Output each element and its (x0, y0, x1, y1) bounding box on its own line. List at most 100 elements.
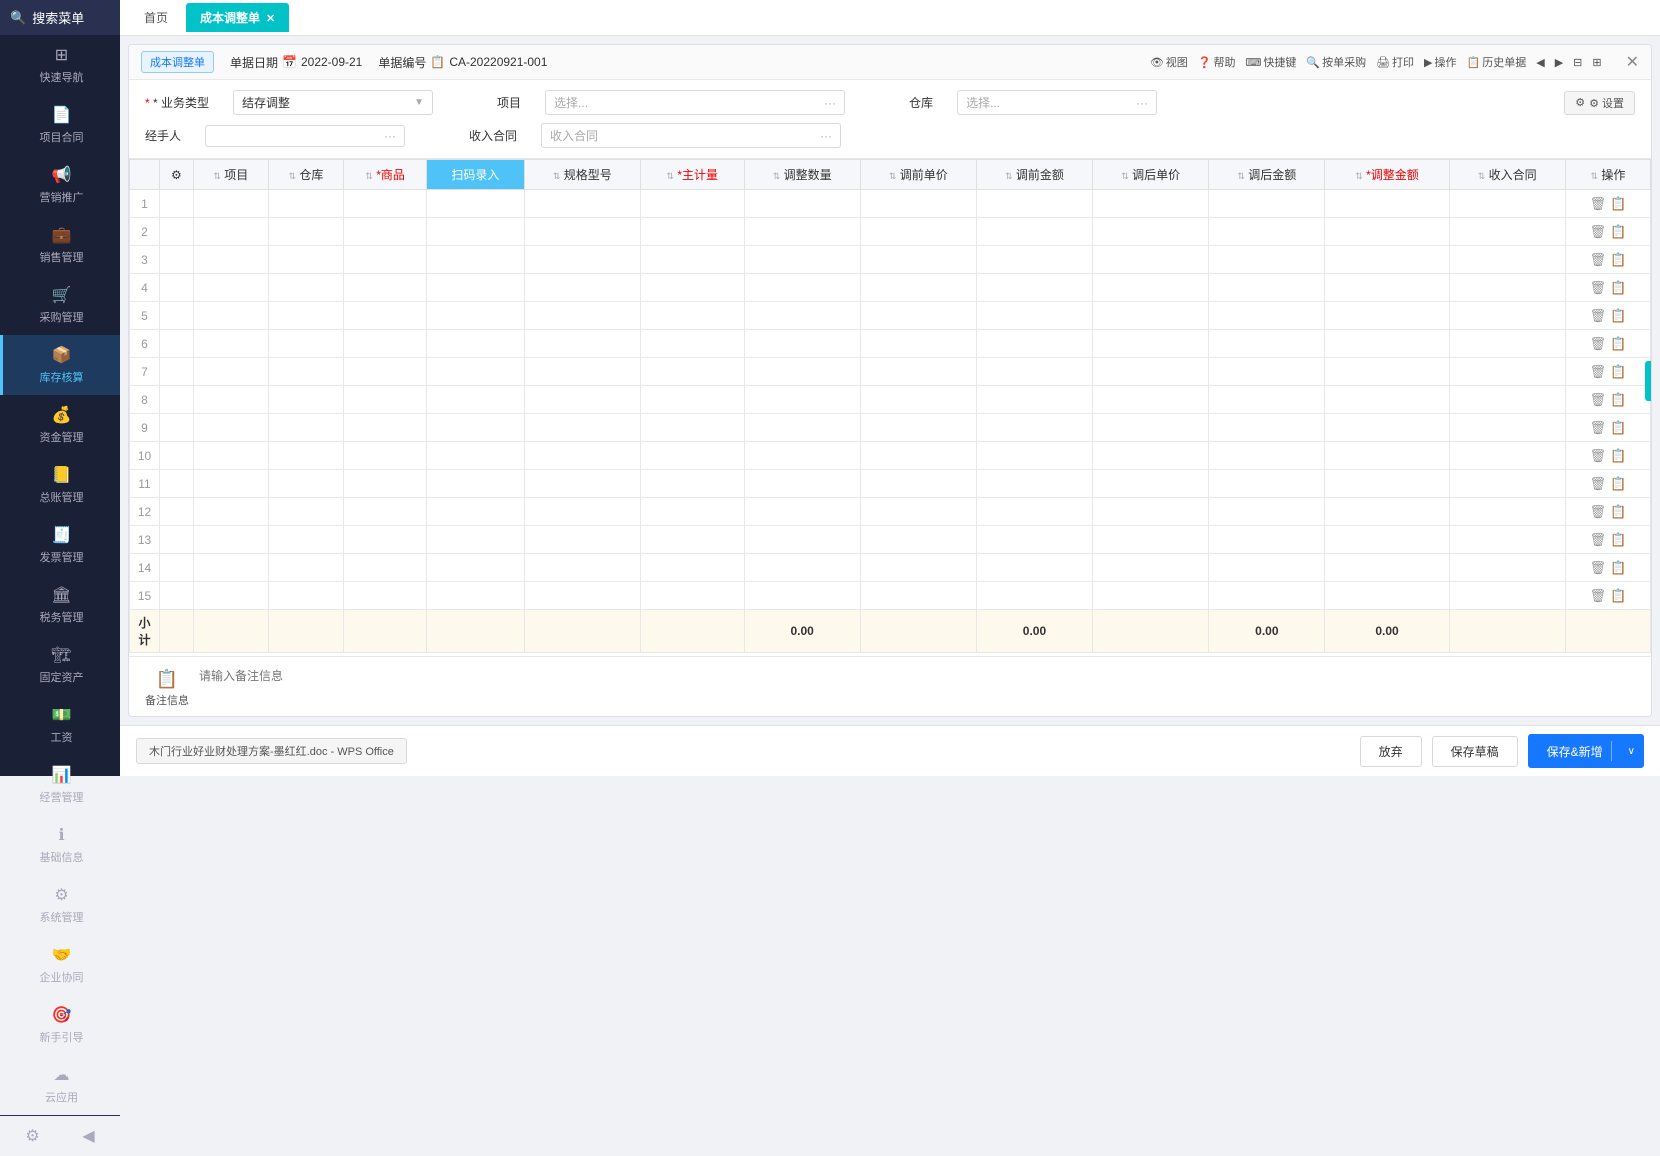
cell-project-6[interactable] (193, 330, 268, 358)
business-type-select[interactable]: 结存调整 ▼ (233, 90, 433, 115)
cell-income_contract-10[interactable] (1449, 442, 1565, 470)
nav-prev-btn[interactable]: ◀ (1536, 56, 1544, 69)
cell-settings-1[interactable] (160, 190, 194, 218)
cell-goods-4[interactable] (344, 274, 427, 302)
cell-scan-2[interactable] (427, 218, 525, 246)
cell-goods-6[interactable] (344, 330, 427, 358)
cell-income_contract-13[interactable] (1449, 526, 1565, 554)
cell-settings-11[interactable] (160, 470, 194, 498)
cell-project-13[interactable] (193, 526, 268, 554)
cell-scan-12[interactable] (427, 498, 525, 526)
cell-goods-11[interactable] (344, 470, 427, 498)
cell-settings-10[interactable] (160, 442, 194, 470)
cell-prev_price-13[interactable] (860, 526, 976, 554)
income-contract-dots-icon[interactable]: ··· (820, 129, 832, 143)
cell-scan-15[interactable] (427, 582, 525, 610)
settings-button[interactable]: ⚙ ⚙ 设置 (1564, 91, 1635, 115)
cell-prev_amount-5[interactable] (976, 302, 1092, 330)
cell-warehouse-10[interactable] (268, 442, 343, 470)
tab-close-cost-adjust[interactable]: ✕ (266, 13, 275, 25)
cell-adj_amount-3[interactable] (1325, 246, 1449, 274)
delete-icon-9[interactable]: 🗑 (1590, 420, 1607, 436)
view-collapse-btn[interactable]: ⊞ (1592, 56, 1601, 69)
cell-prev_amount-1[interactable] (976, 190, 1092, 218)
cell-settings-4[interactable] (160, 274, 194, 302)
sidebar-item-ops[interactable]: 📊 经营管理 (0, 755, 120, 815)
cell-after_amount-11[interactable] (1209, 470, 1325, 498)
sidebar-search[interactable]: 🔍 搜索菜单 (0, 0, 120, 35)
col-header-settings[interactable]: ⚙ (160, 160, 194, 190)
cell-after_price-5[interactable] (1093, 302, 1209, 330)
cell-after_amount-14[interactable] (1209, 554, 1325, 582)
cell-scan-4[interactable] (427, 274, 525, 302)
cell-prev_price-11[interactable] (860, 470, 976, 498)
delete-icon-12[interactable]: 🗑 (1590, 504, 1607, 520)
cell-prev_amount-8[interactable] (976, 386, 1092, 414)
cell-prev_price-6[interactable] (860, 330, 976, 358)
operate-action[interactable]: ▶ 操作 (1424, 54, 1456, 70)
cell-warehouse-14[interactable] (268, 554, 343, 582)
cell-income_contract-5[interactable] (1449, 302, 1565, 330)
cell-scan-1[interactable] (427, 190, 525, 218)
cell-prev_amount-14[interactable] (976, 554, 1092, 582)
copy-icon-13[interactable]: 📋 (1610, 532, 1626, 548)
cell-prev_amount-6[interactable] (976, 330, 1092, 358)
delete-icon-11[interactable]: 🗑 (1590, 476, 1607, 492)
cell-warehouse-4[interactable] (268, 274, 343, 302)
close-doc-btn[interactable]: ✕ (1626, 52, 1639, 72)
history-action[interactable]: 📋 历史单据 (1467, 54, 1527, 70)
cell-after_amount-1[interactable] (1209, 190, 1325, 218)
cell-settings-15[interactable] (160, 582, 194, 610)
cell-unit-11[interactable] (640, 470, 744, 498)
cell-prev_amount-3[interactable] (976, 246, 1092, 274)
cell-adj_amount-8[interactable] (1325, 386, 1449, 414)
cell-scan-9[interactable] (427, 414, 525, 442)
cell-after_price-8[interactable] (1093, 386, 1209, 414)
cell-goods-12[interactable] (344, 498, 427, 526)
cell-goods-10[interactable] (344, 442, 427, 470)
cell-prev_amount-2[interactable] (976, 218, 1092, 246)
cell-adj_qty-6[interactable] (744, 330, 860, 358)
cell-unit-8[interactable] (640, 386, 744, 414)
copy-icon-8[interactable]: 📋 (1610, 392, 1626, 408)
cell-after_amount-9[interactable] (1209, 414, 1325, 442)
cell-project-8[interactable] (193, 386, 268, 414)
cell-income_contract-3[interactable] (1449, 246, 1565, 274)
cell-project-5[interactable] (193, 302, 268, 330)
cell-spec-14[interactable] (524, 554, 640, 582)
cell-adj_qty-15[interactable] (744, 582, 860, 610)
copy-icon-12[interactable]: 📋 (1610, 504, 1626, 520)
sidebar-item-inventory[interactable]: 📦 库存核算 (0, 335, 120, 395)
cell-adj_qty-8[interactable] (744, 386, 860, 414)
cell-settings-14[interactable] (160, 554, 194, 582)
cell-unit-13[interactable] (640, 526, 744, 554)
cell-prev_price-2[interactable] (860, 218, 976, 246)
cell-scan-13[interactable] (427, 526, 525, 554)
cell-goods-8[interactable] (344, 386, 427, 414)
cell-adj_amount-12[interactable] (1325, 498, 1449, 526)
cell-goods-14[interactable] (344, 554, 427, 582)
cell-spec-8[interactable] (524, 386, 640, 414)
sidebar-item-invoice[interactable]: 🧾 发票管理 (0, 515, 120, 575)
cell-adj_amount-5[interactable] (1325, 302, 1449, 330)
delete-icon-6[interactable]: 🗑 (1590, 336, 1607, 352)
toggle-sidebar-icon[interactable]: ◀ (82, 1126, 94, 1146)
cell-after_amount-12[interactable] (1209, 498, 1325, 526)
cell-spec-12[interactable] (524, 498, 640, 526)
sidebar-item-guide[interactable]: 🎯 新手引导 (0, 995, 120, 1055)
cell-after_price-10[interactable] (1093, 442, 1209, 470)
sidebar-item-basic[interactable]: ℹ 基础信息 (0, 815, 120, 875)
cell-adj_qty-14[interactable] (744, 554, 860, 582)
cell-after_price-7[interactable] (1093, 358, 1209, 386)
cell-after_price-3[interactable] (1093, 246, 1209, 274)
delete-icon-8[interactable]: 🗑 (1590, 392, 1607, 408)
cell-spec-7[interactable] (524, 358, 640, 386)
cell-warehouse-1[interactable] (268, 190, 343, 218)
cell-settings-6[interactable] (160, 330, 194, 358)
sidebar-item-marketing[interactable]: 📢 营销推广 (0, 155, 120, 215)
cell-goods-1[interactable] (344, 190, 427, 218)
cell-prev_price-15[interactable] (860, 582, 976, 610)
copy-icon-11[interactable]: 📋 (1610, 476, 1626, 492)
sidebar-item-tax[interactable]: 🏛 税务管理 (0, 575, 120, 635)
cell-prev_price-10[interactable] (860, 442, 976, 470)
